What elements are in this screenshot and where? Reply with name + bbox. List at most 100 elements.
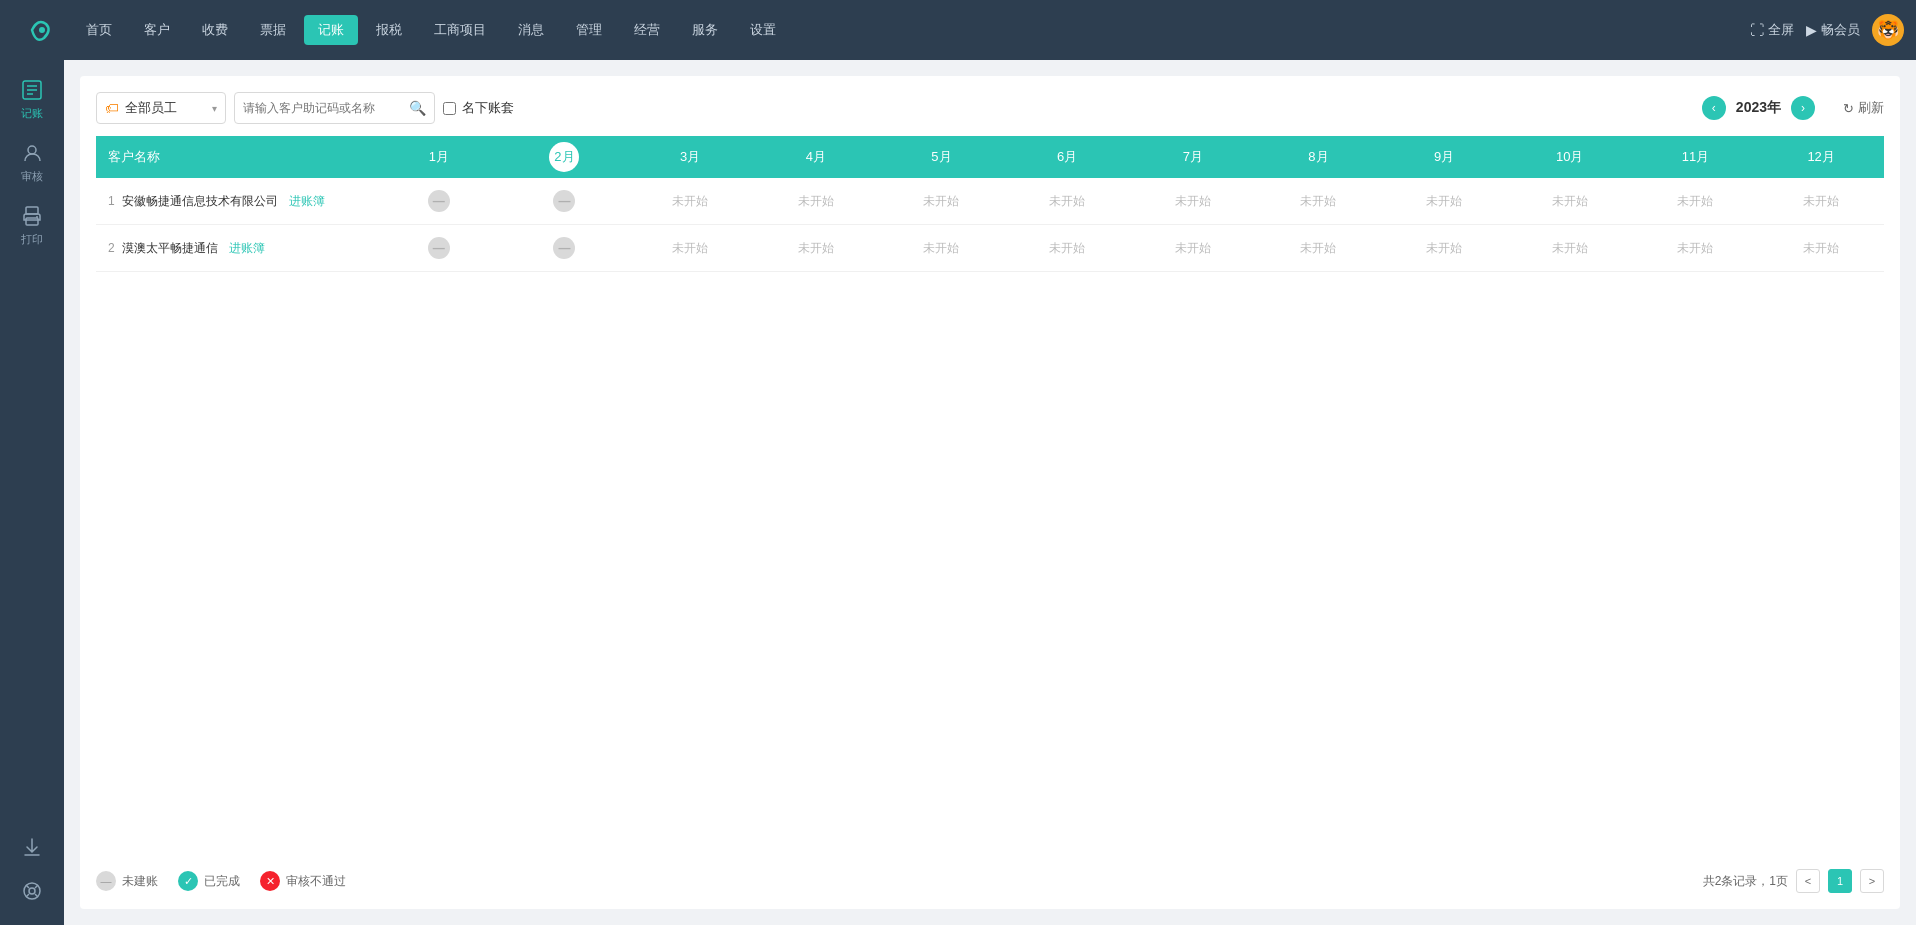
month-2-11: 未开始 <box>1633 225 1759 272</box>
not-started-text: 未开始 <box>1677 194 1713 208</box>
th-month-1: 1月 <box>376 136 502 178</box>
table-row: 1 安徽畅捷通信息技术有限公司 进账簿 未开始 未开始 未开始 未开始 未开始 … <box>96 178 1884 225</box>
sidebar-bottom <box>0 825 64 925</box>
fullscreen-button[interactable]: ⛶ 全屏 <box>1750 21 1794 39</box>
not-started-text: 未开始 <box>1300 241 1336 255</box>
table-container[interactable]: 客户名称 1月 2月 3月 4月 5月 6月 7月 8月 9月 10月 11月 <box>96 136 1884 272</box>
svg-rect-7 <box>26 218 38 225</box>
not-started-text: 未开始 <box>1426 194 1462 208</box>
sidebar-item-download[interactable] <box>0 825 64 869</box>
toolbar: 🏷 全部员工 ▾ 🔍 名下账套 ‹ 2023年 › ↻ 刷新 <box>96 92 1884 124</box>
status-dot <box>428 237 450 259</box>
search-wrapper: 🔍 <box>234 92 435 124</box>
svg-line-12 <box>26 894 29 897</box>
th-month-3: 3月 <box>627 136 753 178</box>
svg-line-11 <box>35 885 38 888</box>
th-month-12: 12月 <box>1758 136 1884 178</box>
month-2-12: 未开始 <box>1758 225 1884 272</box>
month-2-4: 未开始 <box>753 225 879 272</box>
not-started-text: 未开始 <box>1426 241 1462 255</box>
month-2-2 <box>502 225 628 272</box>
nav-client[interactable]: 客户 <box>130 15 184 45</box>
legend-label-done: 已完成 <box>204 873 240 890</box>
month-2-10: 未开始 <box>1507 225 1633 272</box>
nav-operation[interactable]: 经营 <box>620 15 674 45</box>
nav-tax[interactable]: 报税 <box>362 15 416 45</box>
month-2-5: 未开始 <box>879 225 1005 272</box>
not-started-text: 未开始 <box>1049 241 1085 255</box>
client-cell-1: 1 安徽畅捷通信息技术有限公司 进账簿 <box>96 178 376 225</box>
month-1-4: 未开始 <box>753 178 879 225</box>
next-page-button[interactable]: > <box>1860 869 1884 893</box>
not-started-text: 未开始 <box>1175 241 1211 255</box>
enter-account-link-1[interactable]: 进账簿 <box>289 194 325 208</box>
top-navigation: 首页 客户 收费 票据 记账 报税 工商项目 消息 管理 经营 服务 设置 ⛶ … <box>0 0 1916 60</box>
checkbox-label[interactable]: 名下账套 <box>443 99 514 117</box>
th-month-8: 8月 <box>1256 136 1382 178</box>
month-2-1 <box>376 225 502 272</box>
member-button[interactable]: ▶ 畅会员 <box>1806 21 1860 39</box>
svg-point-8 <box>36 216 38 218</box>
prev-year-button[interactable]: ‹ <box>1702 96 1726 120</box>
month-2-7: 未开始 <box>1130 225 1256 272</box>
enter-account-link-2[interactable]: 进账簿 <box>229 241 265 255</box>
search-input[interactable] <box>243 101 403 115</box>
sidebar-item-print[interactable]: 打印 <box>0 194 64 257</box>
nav-service[interactable]: 服务 <box>678 15 732 45</box>
not-started-text: 未开始 <box>798 241 834 255</box>
refresh-icon: ↻ <box>1843 101 1854 116</box>
main-content: 🏷 全部员工 ▾ 🔍 名下账套 ‹ 2023年 › ↻ 刷新 <box>64 60 1916 925</box>
nav-business[interactable]: 工商项目 <box>420 15 500 45</box>
client-cell-2: 2 漠澳太平畅捷通信 进账簿 <box>96 225 376 272</box>
employee-select[interactable]: 🏷 全部员工 ▾ <box>96 92 226 124</box>
status-dot <box>428 190 450 212</box>
legend-dot-failed <box>260 871 280 891</box>
th-client-name: 客户名称 <box>96 136 376 178</box>
avatar[interactable]: 🐯 <box>1872 14 1904 46</box>
status-dot <box>553 237 575 259</box>
sidebar-accounting-label: 记账 <box>21 106 43 121</box>
row-num-2: 2 <box>108 241 115 255</box>
sidebar-item-accounting[interactable]: 记账 <box>0 68 64 131</box>
fullscreen-icon: ⛶ <box>1750 22 1764 38</box>
sidebar: 记账 审核 打印 <box>0 60 64 925</box>
month-1-9: 未开始 <box>1381 178 1507 225</box>
nav-charge[interactable]: 收费 <box>188 15 242 45</box>
refresh-button[interactable]: ↻ 刷新 <box>1843 99 1884 117</box>
not-started-text: 未开始 <box>672 241 708 255</box>
legend-failed: 审核不通过 <box>260 871 346 891</box>
month-2-9: 未开始 <box>1381 225 1507 272</box>
search-button[interactable]: 🔍 <box>409 100 426 116</box>
sidebar-audit-label: 审核 <box>21 169 43 184</box>
legend-dot-done <box>178 871 198 891</box>
nav-settings[interactable]: 设置 <box>736 15 790 45</box>
nav-manage[interactable]: 管理 <box>562 15 616 45</box>
nav-invoice[interactable]: 票据 <box>246 15 300 45</box>
prev-page-button[interactable]: < <box>1796 869 1820 893</box>
month-1-12: 未开始 <box>1758 178 1884 225</box>
nav-message[interactable]: 消息 <box>504 15 558 45</box>
page-1-button[interactable]: 1 <box>1828 869 1852 893</box>
logo[interactable] <box>12 12 72 48</box>
not-started-text: 未开始 <box>1175 194 1211 208</box>
accounting-icon <box>20 78 44 102</box>
sidebar-item-audit[interactable]: 审核 <box>0 131 64 194</box>
not-started-text: 未开始 <box>798 194 834 208</box>
nav-accounting[interactable]: 记账 <box>304 15 358 45</box>
th-month-5: 5月 <box>879 136 1005 178</box>
th-month-4: 4月 <box>753 136 879 178</box>
print-icon <box>20 204 44 228</box>
my-accounts-checkbox[interactable] <box>443 102 456 115</box>
next-year-button[interactable]: › <box>1791 96 1815 120</box>
sidebar-item-support[interactable] <box>0 869 64 913</box>
month-1-8: 未开始 <box>1256 178 1382 225</box>
nav-home[interactable]: 首页 <box>72 15 126 45</box>
month-1-10: 未开始 <box>1507 178 1633 225</box>
not-started-text: 未开始 <box>923 241 959 255</box>
member-label: 畅会员 <box>1821 21 1860 39</box>
not-started-text: 未开始 <box>1677 241 1713 255</box>
legend-label-not-built: 未建账 <box>122 873 158 890</box>
month-2-8: 未开始 <box>1256 225 1382 272</box>
nav-items: 首页 客户 收费 票据 记账 报税 工商项目 消息 管理 经营 服务 设置 <box>72 15 1750 45</box>
table-row: 2 漠澳太平畅捷通信 进账簿 未开始 未开始 未开始 未开始 未开始 未开始 未… <box>96 225 1884 272</box>
